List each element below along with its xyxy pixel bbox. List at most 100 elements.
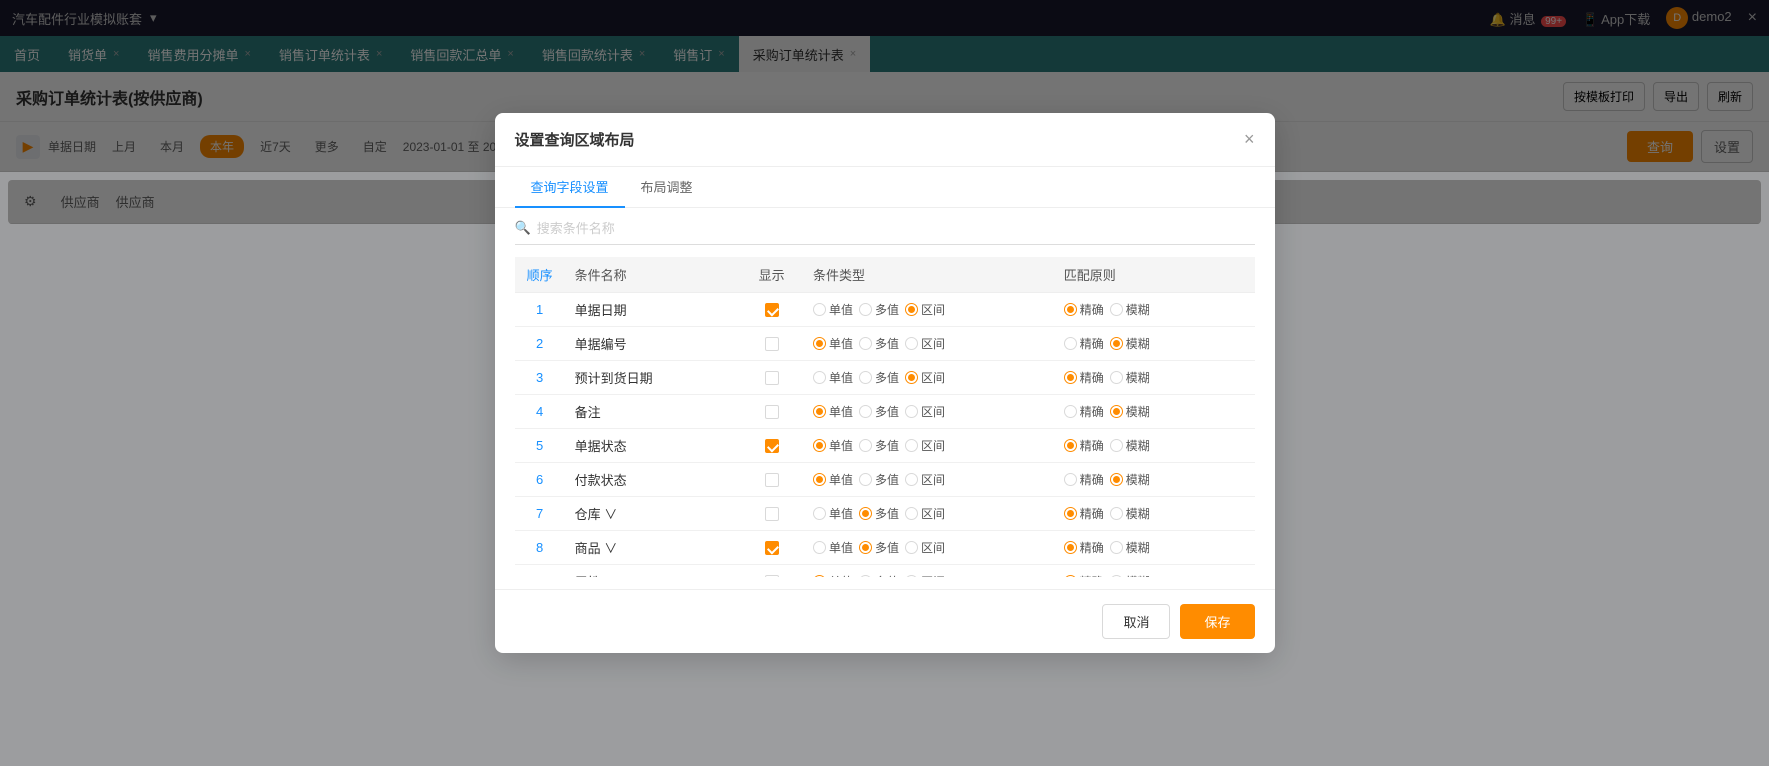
row-0-match-精确[interactable]: 精确 — [1064, 301, 1104, 318]
row-7-match-模糊[interactable]: 模糊 — [1110, 539, 1150, 556]
radio-label-type-区间: 区间 — [921, 335, 945, 352]
save-button[interactable]: 保存 — [1180, 604, 1254, 639]
row-8-display[interactable] — [740, 565, 803, 578]
row-3-display[interactable] — [740, 395, 803, 429]
row-4-order: 5 — [515, 429, 565, 463]
row-6-type-多值[interactable]: 多值 — [859, 505, 899, 522]
radio-label-type-区间: 区间 — [921, 505, 945, 522]
modal-tab-layout[interactable]: 布局调整 — [625, 167, 709, 208]
modal-body: 🔍 顺序 条件名称 显示 条件类型 匹配原则 — [495, 208, 1275, 589]
row-0-type-单值[interactable]: 单值 — [813, 301, 853, 318]
row-8-match-精确[interactable]: 精确 — [1064, 573, 1104, 577]
radio-label-type-单值: 单值 — [829, 403, 853, 420]
row-4-match-精确[interactable]: 精确 — [1064, 437, 1104, 454]
row-5-match-精确[interactable]: 精确 — [1064, 471, 1104, 488]
row-1-order: 2 — [515, 327, 565, 361]
row-5-type-单值[interactable]: 单值 — [813, 471, 853, 488]
row-5-match-模糊[interactable]: 模糊 — [1110, 471, 1150, 488]
row-8-match-模糊[interactable]: 模糊 — [1110, 573, 1150, 577]
row-1-display[interactable] — [740, 327, 803, 361]
row-1-checkbox[interactable] — [765, 337, 779, 351]
row-1-match-模糊[interactable]: 模糊 — [1110, 335, 1150, 352]
row-5-display[interactable] — [740, 463, 803, 497]
row-8-type-区间[interactable]: 区间 — [905, 573, 945, 577]
condition-table: 顺序 条件名称 显示 条件类型 匹配原则 1单据日期单值多值区间精确模糊2单据编… — [515, 257, 1255, 577]
row-4-display[interactable] — [740, 429, 803, 463]
row-2-type-单值[interactable]: 单值 — [813, 369, 853, 386]
row-6-match-精确[interactable]: 精确 — [1064, 505, 1104, 522]
radio-label-match-精确: 精确 — [1080, 505, 1104, 522]
row-3-type-区间[interactable]: 区间 — [905, 403, 945, 420]
row-2-type-区间[interactable]: 区间 — [905, 369, 945, 386]
radio-circle-type-区间 — [905, 303, 918, 316]
row-5-type-多值[interactable]: 多值 — [859, 471, 899, 488]
row-6-type-单值[interactable]: 单值 — [813, 505, 853, 522]
row-3-match-模糊[interactable]: 模糊 — [1110, 403, 1150, 420]
radio-circle-type-区间 — [905, 405, 918, 418]
row-7-display[interactable] — [740, 531, 803, 565]
row-0-checkbox[interactable] — [765, 303, 779, 317]
row-6-checkbox[interactable] — [765, 507, 779, 521]
row-4-type-区间[interactable]: 区间 — [905, 437, 945, 454]
row-3-type-多值[interactable]: 多值 — [859, 403, 899, 420]
row-1-name: 单据编号 — [565, 327, 741, 361]
row-6-type-区间[interactable]: 区间 — [905, 505, 945, 522]
row-1-type-多值[interactable]: 多值 — [859, 335, 899, 352]
radio-label-type-区间: 区间 — [921, 403, 945, 420]
row-3-checkbox[interactable] — [765, 405, 779, 419]
row-7-type-多值[interactable]: 多值 — [859, 539, 899, 556]
row-2-type-多值[interactable]: 多值 — [859, 369, 899, 386]
row-0-type-区间[interactable]: 区间 — [905, 301, 945, 318]
radio-circle-type-多值 — [859, 337, 872, 350]
search-input[interactable] — [537, 221, 1255, 236]
row-6-display[interactable] — [740, 497, 803, 531]
row-2-match-精确[interactable]: 精确 — [1064, 369, 1104, 386]
row-0-match-模糊[interactable]: 模糊 — [1110, 301, 1150, 318]
row-7-match-精确[interactable]: 精确 — [1064, 539, 1104, 556]
row-1-match-精确[interactable]: 精确 — [1064, 335, 1104, 352]
radio-label-type-多值: 多值 — [875, 335, 899, 352]
modal-close-button[interactable]: × — [1244, 129, 1255, 150]
row-2-checkbox[interactable] — [765, 371, 779, 385]
row-4-match-模糊[interactable]: 模糊 — [1110, 437, 1150, 454]
row-5-checkbox[interactable] — [765, 473, 779, 487]
row-7-checkbox[interactable] — [765, 541, 779, 555]
cancel-button[interactable]: 取消 — [1102, 604, 1170, 639]
row-2-display[interactable] — [740, 361, 803, 395]
row-6-match-模糊[interactable]: 模糊 — [1110, 505, 1150, 522]
row-5-order: 6 — [515, 463, 565, 497]
row-6-type: 单值多值 区间 — [803, 497, 1054, 531]
radio-label-type-区间: 区间 — [921, 437, 945, 454]
row-5-type-区间[interactable]: 区间 — [905, 471, 945, 488]
radio-label-match-精确: 精确 — [1080, 437, 1104, 454]
row-4-type-单值[interactable]: 单值 — [813, 437, 853, 454]
radio-circle-type-多值 — [859, 575, 872, 577]
row-4-type-多值[interactable]: 多值 — [859, 437, 899, 454]
row-8-type-多值[interactable]: 多值 — [859, 573, 899, 577]
row-7-type: 单值多值区间 — [803, 531, 1054, 565]
row-8-checkbox[interactable] — [765, 575, 779, 577]
radio-circle-type-单值 — [813, 507, 826, 520]
row-8-type-单值[interactable]: 单值 — [813, 573, 853, 577]
row-1-type-单值[interactable]: 单值 — [813, 335, 853, 352]
row-2-match: 精确模糊 — [1054, 361, 1255, 395]
radio-label-type-区间: 区间 — [921, 369, 945, 386]
row-7-type-区间[interactable]: 区间 — [905, 539, 945, 556]
row-4-checkbox[interactable] — [765, 439, 779, 453]
row-2-order: 3 — [515, 361, 565, 395]
condition-table-scroll: 顺序 条件名称 显示 条件类型 匹配原则 1单据日期单值多值区间精确模糊2单据编… — [515, 257, 1255, 577]
row-7-type-单值[interactable]: 单值 — [813, 539, 853, 556]
table-row: 5单据状态单值多值区间精确模糊 — [515, 429, 1255, 463]
row-0-type-多值[interactable]: 多值 — [859, 301, 899, 318]
row-1-type-区间[interactable]: 区间 — [905, 335, 945, 352]
modal-dialog: 设置查询区域布局 × 查询字段设置 布局调整 🔍 — [495, 113, 1275, 653]
row-2-match-模糊[interactable]: 模糊 — [1110, 369, 1150, 386]
row-3-match-精确[interactable]: 精确 — [1064, 403, 1104, 420]
radio-label-match-模糊: 模糊 — [1126, 437, 1150, 454]
radio-circle-match-精确 — [1064, 405, 1077, 418]
modal-tab-query-fields[interactable]: 查询字段设置 — [515, 167, 625, 208]
row-0-display[interactable] — [740, 293, 803, 327]
row-3-type-单值[interactable]: 单值 — [813, 403, 853, 420]
table-row: 7仓库 ∨单值多值区间精确模糊 — [515, 497, 1255, 531]
radio-label-match-精确: 精确 — [1080, 369, 1104, 386]
